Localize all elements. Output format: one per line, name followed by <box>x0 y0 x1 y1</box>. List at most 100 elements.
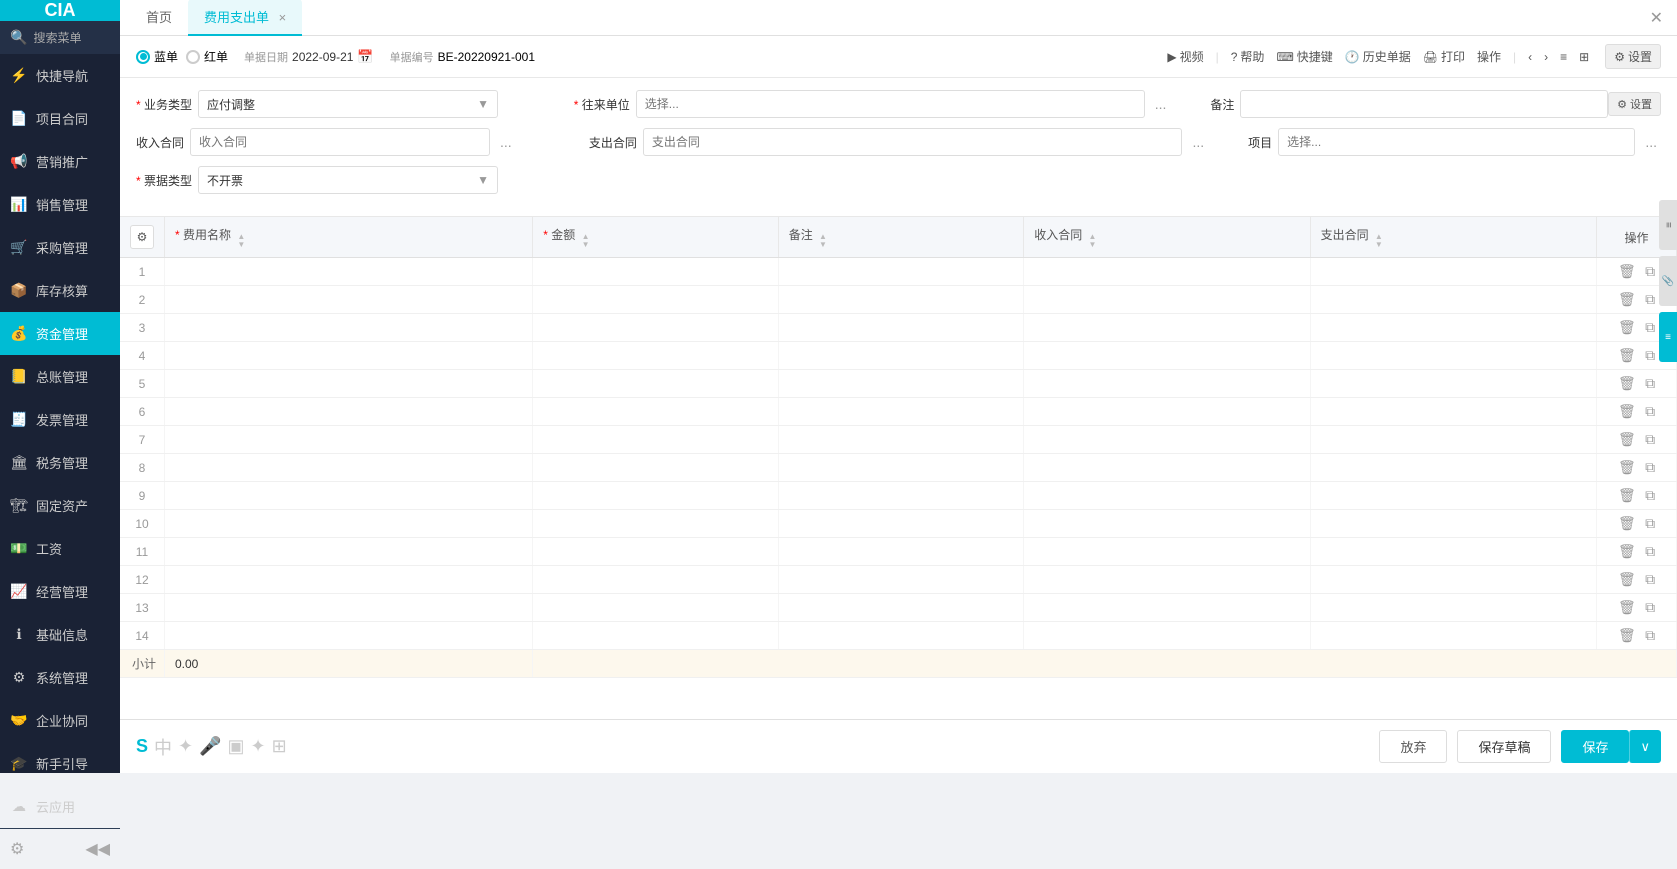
expense-contract-dots[interactable]: ... <box>1188 134 1208 150</box>
amount-cell[interactable] <box>533 566 778 594</box>
column-settings-button[interactable]: ⚙ <box>130 225 154 249</box>
sidebar-item-accounting[interactable]: 📒 总账管理 <box>0 355 120 398</box>
expense-contract-cell[interactable] <box>1310 594 1596 622</box>
note-cell[interactable] <box>778 566 1023 594</box>
sidebar-item-tax-mgmt[interactable]: 🏛 税务管理 <box>0 441 120 484</box>
copy-row-icon[interactable]: ⧉ <box>1645 571 1655 587</box>
note-input[interactable] <box>1240 90 1608 118</box>
income-contract-cell[interactable] <box>1024 314 1310 342</box>
copy-row-icon[interactable]: ⧉ <box>1645 347 1655 363</box>
delete-row-icon[interactable]: 🗑 <box>1618 543 1636 559</box>
copy-row-icon[interactable]: ⧉ <box>1645 543 1655 559</box>
copy-row-icon[interactable]: ⧉ <box>1645 263 1655 279</box>
delete-row-icon[interactable]: 🗑 <box>1618 431 1636 447</box>
tab-close-icon[interactable]: × <box>279 10 287 25</box>
amount-cell[interactable] <box>533 342 778 370</box>
income-contract-cell[interactable] <box>1024 538 1310 566</box>
income-contract-cell[interactable] <box>1024 342 1310 370</box>
expense-contract-cell[interactable] <box>1310 426 1596 454</box>
history-button[interactable]: 🕐 历史单据 <box>1345 48 1411 65</box>
delete-row-icon[interactable]: 🗑 <box>1618 375 1636 391</box>
delete-row-icon[interactable]: 🗑 <box>1618 347 1636 363</box>
save-dropdown-button[interactable]: ∨ <box>1629 730 1661 763</box>
expense-name-cell[interactable] <box>165 258 533 286</box>
amount-cell[interactable] <box>533 314 778 342</box>
video-button[interactable]: ▶ 视频 <box>1167 48 1203 65</box>
expense-contract-cell[interactable] <box>1310 454 1596 482</box>
copy-row-icon[interactable]: ⧉ <box>1645 403 1655 419</box>
amount-cell[interactable] <box>533 398 778 426</box>
expense-name-cell[interactable] <box>165 622 533 650</box>
sidebar-item-cloud-apps[interactable]: ☁ 云应用 <box>0 785 120 828</box>
note-cell[interactable] <box>778 510 1023 538</box>
amount-cell[interactable] <box>533 538 778 566</box>
project-input[interactable] <box>1278 128 1635 156</box>
right-float-btn-1[interactable]: ≡ <box>1659 200 1677 250</box>
sidebar-item-salary[interactable]: 💵 工资 <box>0 527 120 570</box>
income-contract-cell[interactable] <box>1024 594 1310 622</box>
expense-contract-cell[interactable] <box>1310 258 1596 286</box>
amount-cell[interactable] <box>533 426 778 454</box>
sidebar-item-ops-mgmt[interactable]: 📈 经营管理 <box>0 570 120 613</box>
delete-row-icon[interactable]: 🗑 <box>1618 515 1636 531</box>
operation-button[interactable]: 操作 <box>1477 48 1501 65</box>
copy-row-icon[interactable]: ⧉ <box>1645 319 1655 335</box>
sidebar-item-invoice-mgmt[interactable]: 🧾 发票管理 <box>0 398 120 441</box>
expense-name-cell[interactable] <box>165 566 533 594</box>
expense-name-cell[interactable] <box>165 594 533 622</box>
volume-icon[interactable]: ◀◀ <box>85 839 110 859</box>
expense-contract-cell[interactable] <box>1310 622 1596 650</box>
expense-contract-cell[interactable] <box>1310 286 1596 314</box>
sidebar-item-new-guide[interactable]: 🎓 新手引导 <box>0 742 120 785</box>
settings-button[interactable]: ⚙ 设置 <box>1605 44 1661 69</box>
note-cell[interactable] <box>778 398 1023 426</box>
expense-name-cell[interactable] <box>165 342 533 370</box>
note-cell[interactable] <box>778 342 1023 370</box>
sort-note[interactable]: ▲▼ <box>819 233 827 249</box>
form-settings-button[interactable]: ⚙ 设置 <box>1608 92 1661 116</box>
expense-name-cell[interactable] <box>165 398 533 426</box>
expense-contract-cell[interactable] <box>1310 342 1596 370</box>
expense-contract-cell[interactable] <box>1310 510 1596 538</box>
project-dots[interactable]: ... <box>1641 134 1661 150</box>
tab-expense[interactable]: 费用支出单 × <box>188 0 302 36</box>
copy-row-icon[interactable]: ⧉ <box>1645 599 1655 615</box>
amount-cell[interactable] <box>533 454 778 482</box>
income-contract-cell[interactable] <box>1024 566 1310 594</box>
sidebar-item-marketing[interactable]: 📢 营销推广 <box>0 140 120 183</box>
discard-button[interactable]: 放弃 <box>1379 730 1447 763</box>
partner-input[interactable] <box>636 90 1145 118</box>
delete-row-icon[interactable]: 🗑 <box>1618 459 1636 475</box>
save-draft-button[interactable]: 保存草稿 <box>1457 730 1551 763</box>
sidebar-item-purchase-mgmt[interactable]: 🛒 采购管理 <box>0 226 120 269</box>
sort-income-contract[interactable]: ▲▼ <box>1089 233 1097 249</box>
note-cell[interactable] <box>778 258 1023 286</box>
delete-row-icon[interactable]: 🗑 <box>1618 571 1636 587</box>
income-contract-cell[interactable] <box>1024 258 1310 286</box>
income-contract-cell[interactable] <box>1024 510 1310 538</box>
note-cell[interactable] <box>778 454 1023 482</box>
expense-name-cell[interactable] <box>165 538 533 566</box>
expense-name-cell[interactable] <box>165 370 533 398</box>
copy-row-icon[interactable]: ⧉ <box>1645 515 1655 531</box>
copy-row-icon[interactable]: ⧉ <box>1645 459 1655 475</box>
sort-amount[interactable]: ▲▼ <box>582 233 590 249</box>
income-contract-cell[interactable] <box>1024 622 1310 650</box>
delete-row-icon[interactable]: 🗑 <box>1618 403 1636 419</box>
copy-row-icon[interactable]: ⧉ <box>1645 431 1655 447</box>
sidebar-item-project-contract[interactable]: 📄 项目合同 <box>0 97 120 140</box>
sidebar-item-sys-mgmt[interactable]: ⚙ 系统管理 <box>0 656 120 699</box>
delete-row-icon[interactable]: 🗑 <box>1618 291 1636 307</box>
income-contract-dots[interactable]: ... <box>496 134 516 150</box>
sidebar-item-inventory[interactable]: 📦 库存核算 <box>0 269 120 312</box>
expense-name-cell[interactable] <box>165 286 533 314</box>
help-button[interactable]: ? 帮助 <box>1231 48 1265 65</box>
invoice-type-select[interactable]: 不开票 ▼ <box>198 166 498 194</box>
amount-cell[interactable] <box>533 482 778 510</box>
amount-cell[interactable] <box>533 286 778 314</box>
blue-bill-radio[interactable]: 蓝单 <box>136 48 178 65</box>
right-float-btn-3[interactable]: ≡ <box>1659 312 1677 362</box>
sidebar-item-fixed-assets[interactable]: 🏗 固定资产 <box>0 484 120 527</box>
expense-name-cell[interactable] <box>165 454 533 482</box>
red-bill-radio[interactable]: 红单 <box>186 48 228 65</box>
